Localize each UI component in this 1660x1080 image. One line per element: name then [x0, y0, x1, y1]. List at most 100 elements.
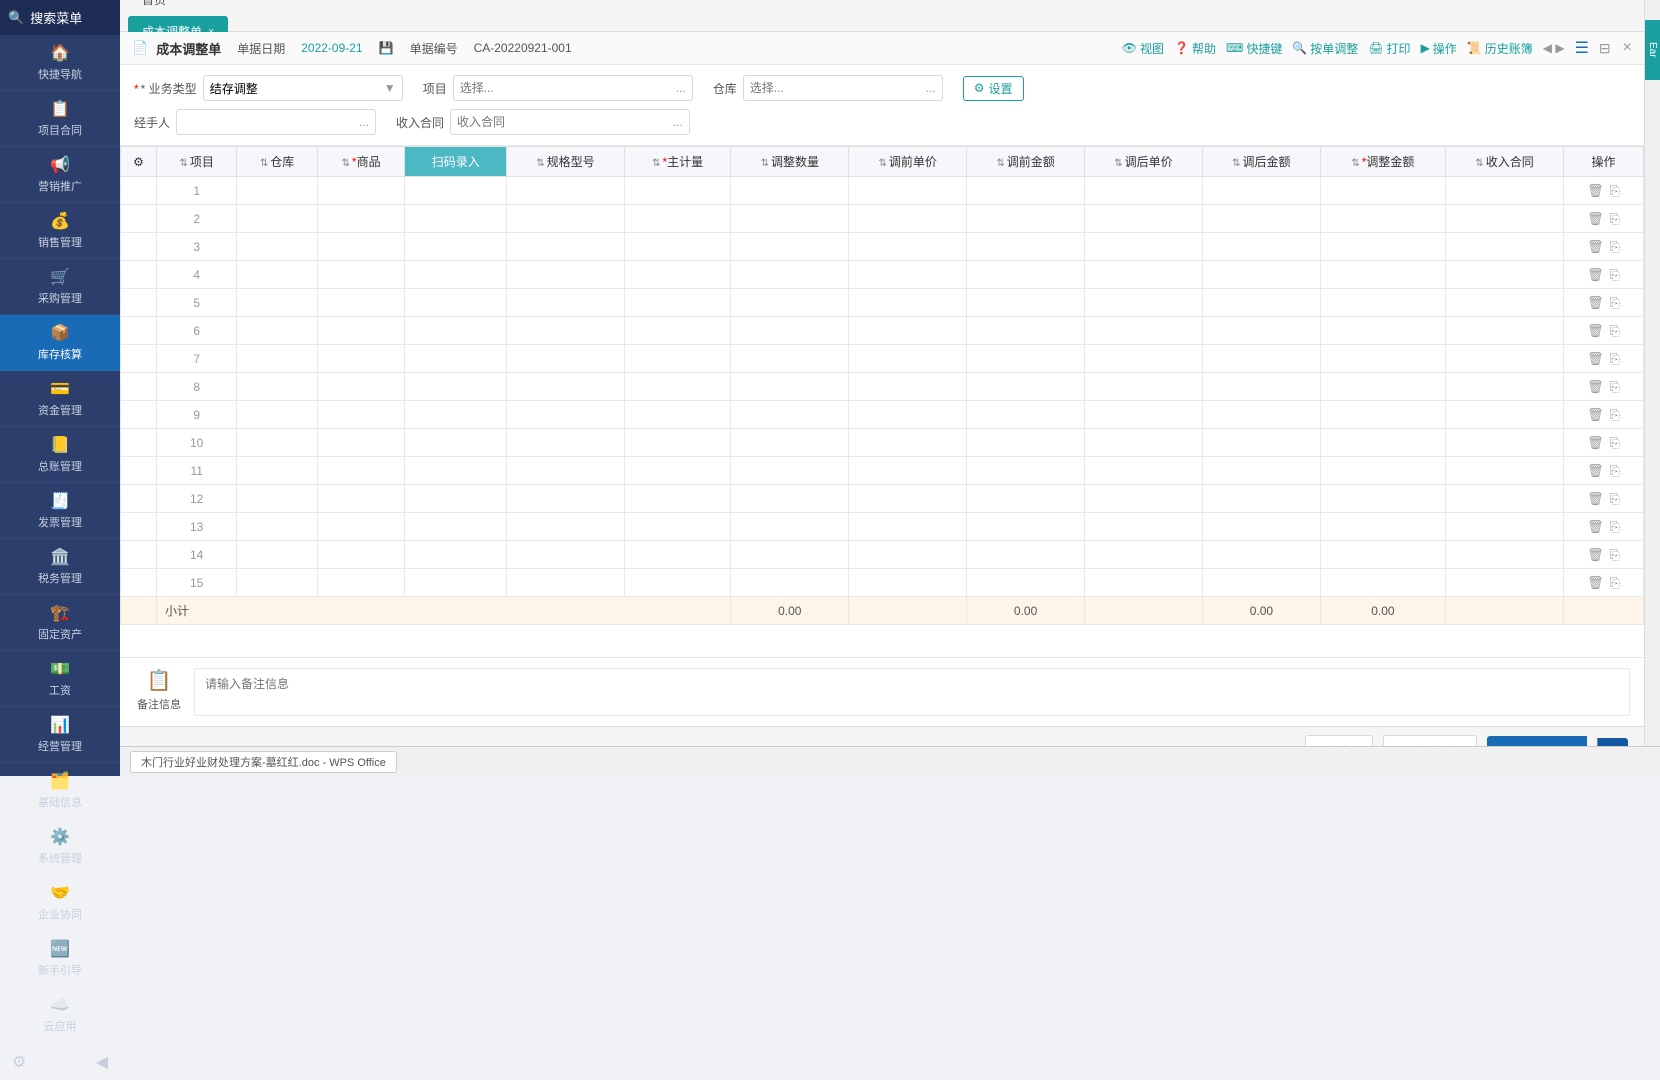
cell-unit[interactable]: [624, 177, 730, 205]
delete-icon[interactable]: 🗑: [1587, 519, 1604, 535]
cell-warehouse[interactable]: [237, 177, 317, 205]
cell-before-amount[interactable]: [967, 401, 1085, 429]
cell-after-price[interactable]: [1085, 429, 1203, 457]
cell-before-amount[interactable]: [967, 541, 1085, 569]
cell-spec[interactable]: [507, 513, 625, 541]
cell-adj-amount[interactable]: [1320, 401, 1445, 429]
cell-unit[interactable]: [624, 289, 730, 317]
cell-after-amount[interactable]: [1202, 205, 1320, 233]
cell-after-price[interactable]: [1085, 177, 1203, 205]
cell-spec[interactable]: [507, 289, 625, 317]
sidebar-item-fixed-assets[interactable]: 🏗️固定资产: [0, 595, 120, 651]
cell-after-amount[interactable]: [1202, 401, 1320, 429]
cell-after-amount[interactable]: [1202, 513, 1320, 541]
delete-icon[interactable]: 🗑: [1587, 239, 1604, 255]
sidebar-item-cloud-app[interactable]: ☁️云应用: [0, 987, 120, 1043]
cell-scan[interactable]: [405, 345, 507, 373]
cell-adj-qty[interactable]: [731, 289, 849, 317]
delete-icon[interactable]: 🗑: [1587, 547, 1604, 563]
warehouse-text[interactable]: [744, 78, 920, 98]
cell-before-price[interactable]: [849, 513, 967, 541]
cell-unit[interactable]: [624, 513, 730, 541]
cell-adj-qty[interactable]: [731, 205, 849, 233]
sidebar-item-payroll[interactable]: 💵工资: [0, 651, 120, 707]
cell-adj-amount[interactable]: [1320, 513, 1445, 541]
cell-adj-qty[interactable]: [731, 233, 849, 261]
cell-after-price[interactable]: [1085, 373, 1203, 401]
cell-income-contract[interactable]: [1446, 569, 1564, 597]
action-operation[interactable]: ▶ 操作: [1421, 40, 1457, 57]
collapse-icon[interactable]: ◀: [96, 1052, 108, 1072]
cell-before-amount[interactable]: [967, 345, 1085, 373]
cell-spec[interactable]: [507, 177, 625, 205]
cell-adj-qty[interactable]: [731, 401, 849, 429]
cell-product[interactable]: [317, 513, 405, 541]
cell-adj-qty[interactable]: [731, 261, 849, 289]
cell-product[interactable]: [317, 373, 405, 401]
cell-after-price[interactable]: [1085, 233, 1203, 261]
delete-icon[interactable]: 🗑: [1587, 435, 1604, 451]
cell-warehouse[interactable]: [237, 513, 317, 541]
cell-before-price[interactable]: [849, 317, 967, 345]
copy-icon[interactable]: ⎘: [1610, 211, 1620, 227]
cell-after-amount[interactable]: [1202, 289, 1320, 317]
cell-warehouse[interactable]: [237, 205, 317, 233]
copy-icon[interactable]: ⎘: [1610, 463, 1620, 479]
cell-before-price[interactable]: [849, 289, 967, 317]
copy-icon[interactable]: ⎘: [1610, 407, 1620, 423]
cell-after-price[interactable]: [1085, 513, 1203, 541]
delete-icon[interactable]: 🗑: [1587, 211, 1604, 227]
cell-spec[interactable]: [507, 345, 625, 373]
cell-unit[interactable]: [624, 569, 730, 597]
cell-product[interactable]: [317, 457, 405, 485]
cell-adj-amount[interactable]: [1320, 569, 1445, 597]
cell-after-price[interactable]: [1085, 457, 1203, 485]
cell-product[interactable]: [317, 429, 405, 457]
delete-icon[interactable]: 🗑: [1587, 323, 1604, 339]
cell-warehouse[interactable]: [237, 541, 317, 569]
cell-after-price[interactable]: [1085, 317, 1203, 345]
cell-product[interactable]: [317, 485, 405, 513]
sidebar-item-procurement[interactable]: 🛒采购管理: [0, 259, 120, 315]
cell-before-amount[interactable]: [967, 261, 1085, 289]
cell-after-price[interactable]: [1085, 345, 1203, 373]
copy-icon[interactable]: ⎘: [1610, 379, 1620, 395]
cell-spec[interactable]: [507, 317, 625, 345]
sidebar-item-quick-nav[interactable]: 🏠快捷导航: [0, 35, 120, 91]
cell-product[interactable]: [317, 401, 405, 429]
cell-before-amount[interactable]: [967, 513, 1085, 541]
cell-product[interactable]: [317, 289, 405, 317]
cell-after-amount[interactable]: [1202, 261, 1320, 289]
copy-icon[interactable]: ⎘: [1610, 491, 1620, 507]
cell-unit[interactable]: [624, 373, 730, 401]
sidebar-item-ops-mgmt[interactable]: 📊经营管理: [0, 707, 120, 763]
cell-unit[interactable]: [624, 317, 730, 345]
cell-adj-qty[interactable]: [731, 373, 849, 401]
cell-adj-amount[interactable]: [1320, 233, 1445, 261]
cell-unit[interactable]: [624, 457, 730, 485]
cell-before-price[interactable]: [849, 457, 967, 485]
cell-product[interactable]: [317, 541, 405, 569]
delete-icon[interactable]: 🗑: [1587, 183, 1604, 199]
cell-scan[interactable]: [405, 457, 507, 485]
cell-after-price[interactable]: [1085, 569, 1203, 597]
cell-before-price[interactable]: [849, 233, 967, 261]
cell-income-contract[interactable]: [1446, 373, 1564, 401]
biz-type-input[interactable]: ▼: [203, 75, 403, 101]
cell-spec[interactable]: [507, 541, 625, 569]
cell-adj-qty[interactable]: [731, 485, 849, 513]
copy-icon[interactable]: ⎘: [1610, 267, 1620, 283]
sidebar-item-sales[interactable]: 💰销售管理: [0, 203, 120, 259]
cell-income-contract[interactable]: [1446, 317, 1564, 345]
delete-icon[interactable]: 🗑: [1587, 295, 1604, 311]
cell-spec[interactable]: [507, 261, 625, 289]
cell-scan[interactable]: [405, 289, 507, 317]
cell-after-price[interactable]: [1085, 261, 1203, 289]
cell-adj-amount[interactable]: [1320, 345, 1445, 373]
delete-icon[interactable]: 🗑: [1587, 379, 1604, 395]
project-text[interactable]: [454, 78, 670, 98]
cell-before-amount[interactable]: [967, 485, 1085, 513]
cell-after-price[interactable]: [1085, 205, 1203, 233]
cell-adj-amount[interactable]: [1320, 289, 1445, 317]
delete-icon[interactable]: 🗑: [1587, 463, 1604, 479]
